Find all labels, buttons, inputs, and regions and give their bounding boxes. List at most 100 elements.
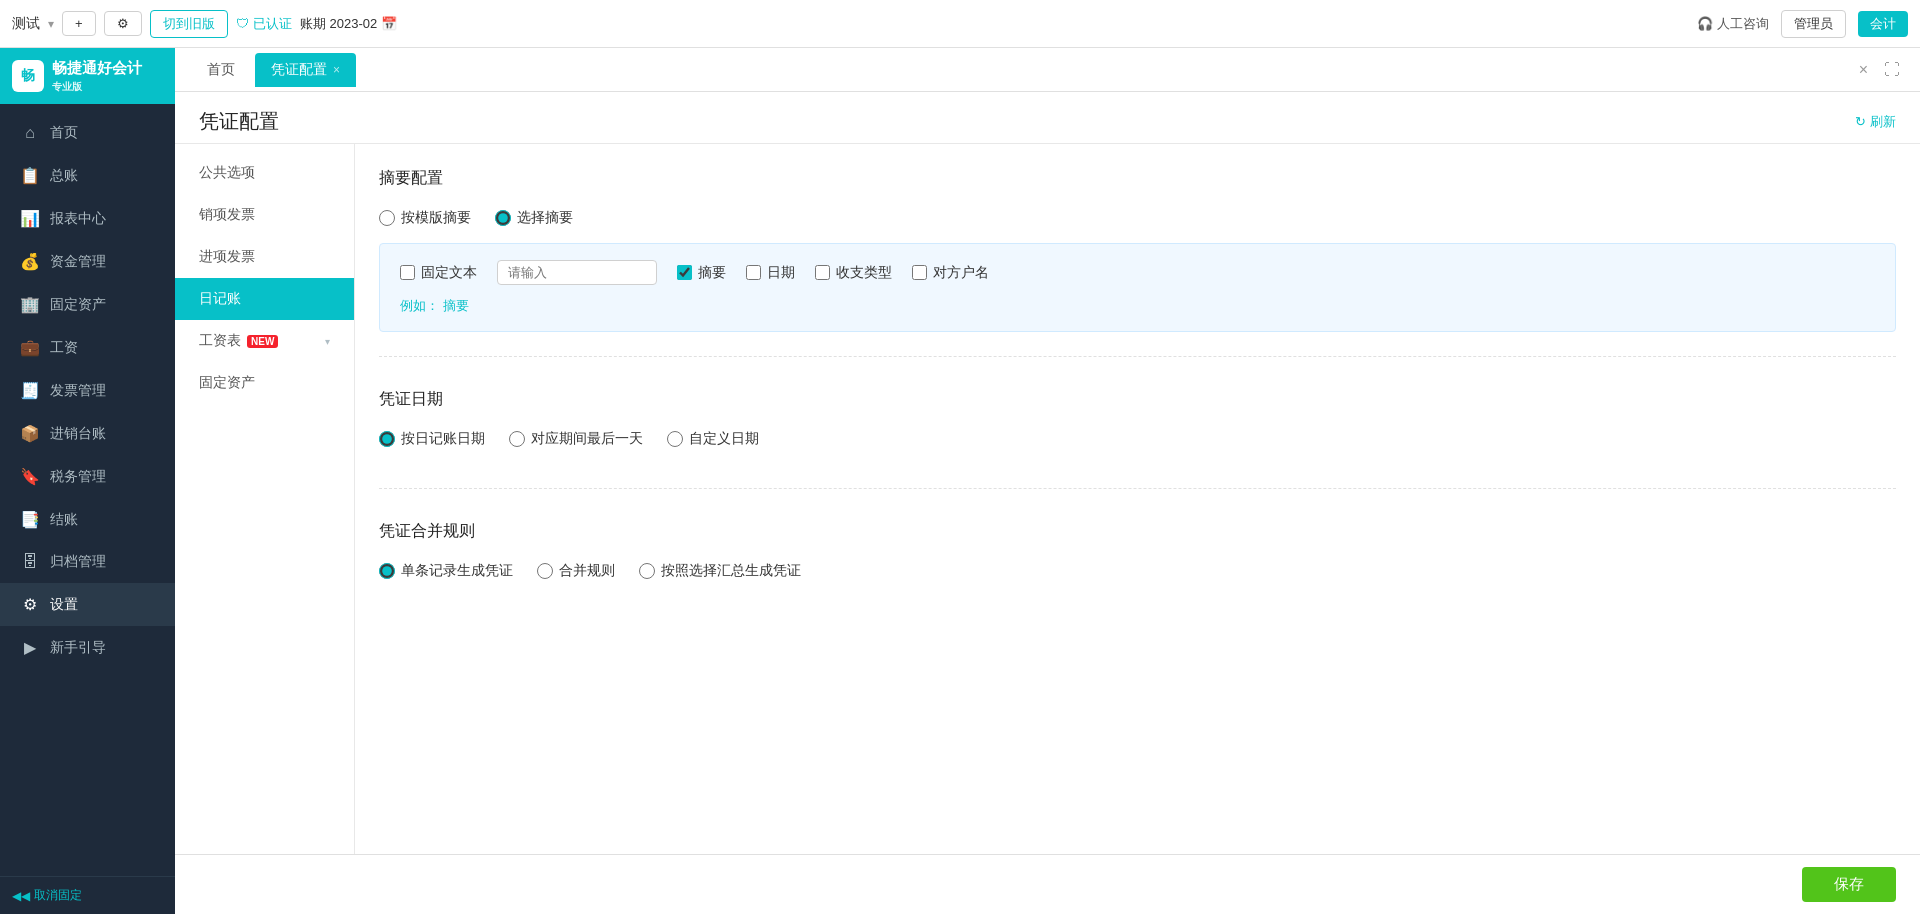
merge-summary-radio[interactable] (639, 563, 655, 579)
date-last-radio[interactable] (509, 431, 525, 447)
config-nav-journal[interactable]: 日记账 (175, 278, 354, 320)
summary-select-label: 选择摘要 (517, 209, 573, 227)
refresh-label: 刷新 (1870, 113, 1896, 131)
config-nav-public[interactable]: 公共选项 (175, 152, 354, 194)
date-option-journal[interactable]: 按日记账日期 (379, 430, 485, 448)
config-nav-sales[interactable]: 销项发票 (175, 194, 354, 236)
topbar: 测试 ▾ + ⚙ 切到旧版 🛡 已认证 账期 2023-02 📅 🎧 人工咨询 … (0, 0, 1920, 48)
summary-checkbox[interactable] (677, 265, 692, 280)
config-nav-purchase[interactable]: 进项发票 (175, 236, 354, 278)
sidebar-label-home: 首页 (50, 124, 78, 142)
config-panel: 摘要配置 按模版摘要 选择摘要 (355, 144, 1920, 854)
fixed-text-checkbox[interactable] (400, 265, 415, 280)
tab-close-icon[interactable]: × (333, 63, 340, 77)
page-header: 凭证配置 ↻ 刷新 (175, 92, 1920, 144)
summary-template-radio[interactable] (379, 210, 395, 226)
sidebar-label-reports: 报表中心 (50, 210, 106, 228)
pin-icon: ◀◀ (12, 889, 30, 903)
date-journal-radio[interactable] (379, 431, 395, 447)
tab-home-label: 首页 (207, 61, 235, 79)
counterpart-option[interactable]: 对方户名 (912, 264, 989, 282)
fullscreen-icon[interactable]: ⛶ (1880, 57, 1904, 83)
config-nav-payroll[interactable]: 工资表 NEW ▾ (175, 320, 354, 362)
archive-icon: 🗄 (20, 553, 40, 571)
finance-icon: 💰 (20, 252, 40, 271)
merge-option-single[interactable]: 单条记录生成凭证 (379, 562, 513, 580)
sidebar-item-assets[interactable]: 🏢 固定资产 (0, 283, 175, 326)
sidebar-item-salary[interactable]: 💼 工资 (0, 326, 175, 369)
merge-option-summary[interactable]: 按照选择汇总生成凭证 (639, 562, 801, 580)
revenue-type-label: 收支类型 (836, 264, 892, 282)
verified-badge: 🛡 已认证 (236, 15, 292, 33)
invoice-icon: 🧾 (20, 381, 40, 400)
sidebar-item-invoice[interactable]: 🧾 发票管理 (0, 369, 175, 412)
counterpart-checkbox[interactable] (912, 265, 927, 280)
date-checkbox-option[interactable]: 日期 (746, 264, 795, 282)
merge-single-radio[interactable] (379, 563, 395, 579)
sidebar-item-archive[interactable]: 🗄 归档管理 (0, 541, 175, 583)
revenue-type-option[interactable]: 收支类型 (815, 264, 892, 282)
sidebar-label-ledger: 总账 (50, 167, 78, 185)
merge-section: 凭证合并规则 单条记录生成凭证 合并规则 按照选择汇总生成凭证 (379, 521, 1896, 620)
tab-voucher-config[interactable]: 凭证配置 × (255, 53, 356, 87)
settle-icon: 📑 (20, 510, 40, 529)
sidebar-item-guide[interactable]: ▶ 新手引导 (0, 626, 175, 669)
merge-option-rules[interactable]: 合并规则 (537, 562, 615, 580)
settings-button[interactable]: ⚙ (104, 11, 142, 36)
new-badge: NEW (247, 335, 278, 348)
merge-rules-radio[interactable] (537, 563, 553, 579)
close-window-icon[interactable]: × (1855, 57, 1872, 83)
summary-select-radio[interactable] (495, 210, 511, 226)
old-version-button[interactable]: 切到旧版 (150, 10, 228, 38)
date-checkbox[interactable] (746, 265, 761, 280)
add-button[interactable]: + (62, 11, 96, 36)
headset-icon: 🎧 (1697, 16, 1713, 31)
date-option-custom[interactable]: 自定义日期 (667, 430, 759, 448)
sidebar-cancel-pin[interactable]: ◀◀ 取消固定 (0, 876, 175, 914)
fixed-text-option[interactable]: 固定文本 (400, 264, 477, 282)
refresh-button[interactable]: ↻ 刷新 (1855, 113, 1896, 131)
payroll-chevron-icon: ▾ (325, 336, 330, 347)
fixed-text-label: 固定文本 (421, 264, 477, 282)
sidebar-item-home[interactable]: ⌂ 首页 (0, 112, 175, 154)
sidebar-item-ledger[interactable]: 📋 总账 (0, 154, 175, 197)
sidebar-item-trade[interactable]: 📦 进销台账 (0, 412, 175, 455)
chevron-icon[interactable]: ▾ (48, 17, 54, 31)
sidebar-item-finance[interactable]: 💰 资金管理 (0, 240, 175, 283)
summary-checkbox-label: 摘要 (698, 264, 726, 282)
save-button[interactable]: 保存 (1802, 867, 1896, 902)
ledger-icon: 📋 (20, 166, 40, 185)
fixed-text-input[interactable] (497, 260, 657, 285)
config-layout: 公共选项 销项发票 进项发票 日记账 工资表 NEW ▾ 固定资产 (175, 144, 1920, 854)
date-custom-radio[interactable] (667, 431, 683, 447)
revenue-type-checkbox[interactable] (815, 265, 830, 280)
tab-voucher-label: 凭证配置 (271, 61, 327, 79)
logo-subtitle: 专业版 (52, 80, 142, 94)
topbar-left: 测试 ▾ + ⚙ 切到旧版 🛡 已认证 账期 2023-02 📅 (12, 10, 397, 38)
summary-options-row: 按模版摘要 选择摘要 (379, 209, 1896, 227)
sidebar-item-tax[interactable]: 🔖 税务管理 (0, 455, 175, 498)
sidebar-label-guide: 新手引导 (50, 639, 106, 657)
calendar-icon[interactable]: 📅 (381, 16, 397, 31)
assets-icon: 🏢 (20, 295, 40, 314)
sidebar-label-trade: 进销台账 (50, 425, 106, 443)
config-nav-fixed[interactable]: 固定资产 (175, 362, 354, 404)
merge-section-title: 凭证合并规则 (379, 521, 1896, 542)
sidebar-item-settings[interactable]: ⚙ 设置 (0, 583, 175, 626)
summary-option-select[interactable]: 选择摘要 (495, 209, 573, 227)
company-name: 测试 (12, 15, 40, 33)
date-option-last[interactable]: 对应期间最后一天 (509, 430, 643, 448)
sidebar-item-settle[interactable]: 📑 结账 (0, 498, 175, 541)
sidebar-item-reports[interactable]: 📊 报表中心 (0, 197, 175, 240)
summary-checkbox-option[interactable]: 摘要 (677, 264, 726, 282)
main-layout: 畅 畅捷通好会计 专业版 ⌂ 首页 📋 总账 📊 报表中心 (0, 48, 1920, 914)
sidebar-logo: 畅 畅捷通好会计 专业版 (0, 48, 175, 104)
tab-home[interactable]: 首页 (191, 53, 251, 87)
role-button[interactable]: 会计 (1858, 11, 1908, 37)
service-button[interactable]: 🎧 人工咨询 (1697, 15, 1769, 33)
content-area: 首页 凭证配置 × × ⛶ 凭证配置 ↻ 刷新 公共选项 (175, 48, 1920, 914)
counterpart-label: 对方户名 (933, 264, 989, 282)
summary-template-label: 按模版摘要 (401, 209, 471, 227)
user-button[interactable]: 管理员 (1781, 10, 1846, 38)
summary-option-template[interactable]: 按模版摘要 (379, 209, 471, 227)
